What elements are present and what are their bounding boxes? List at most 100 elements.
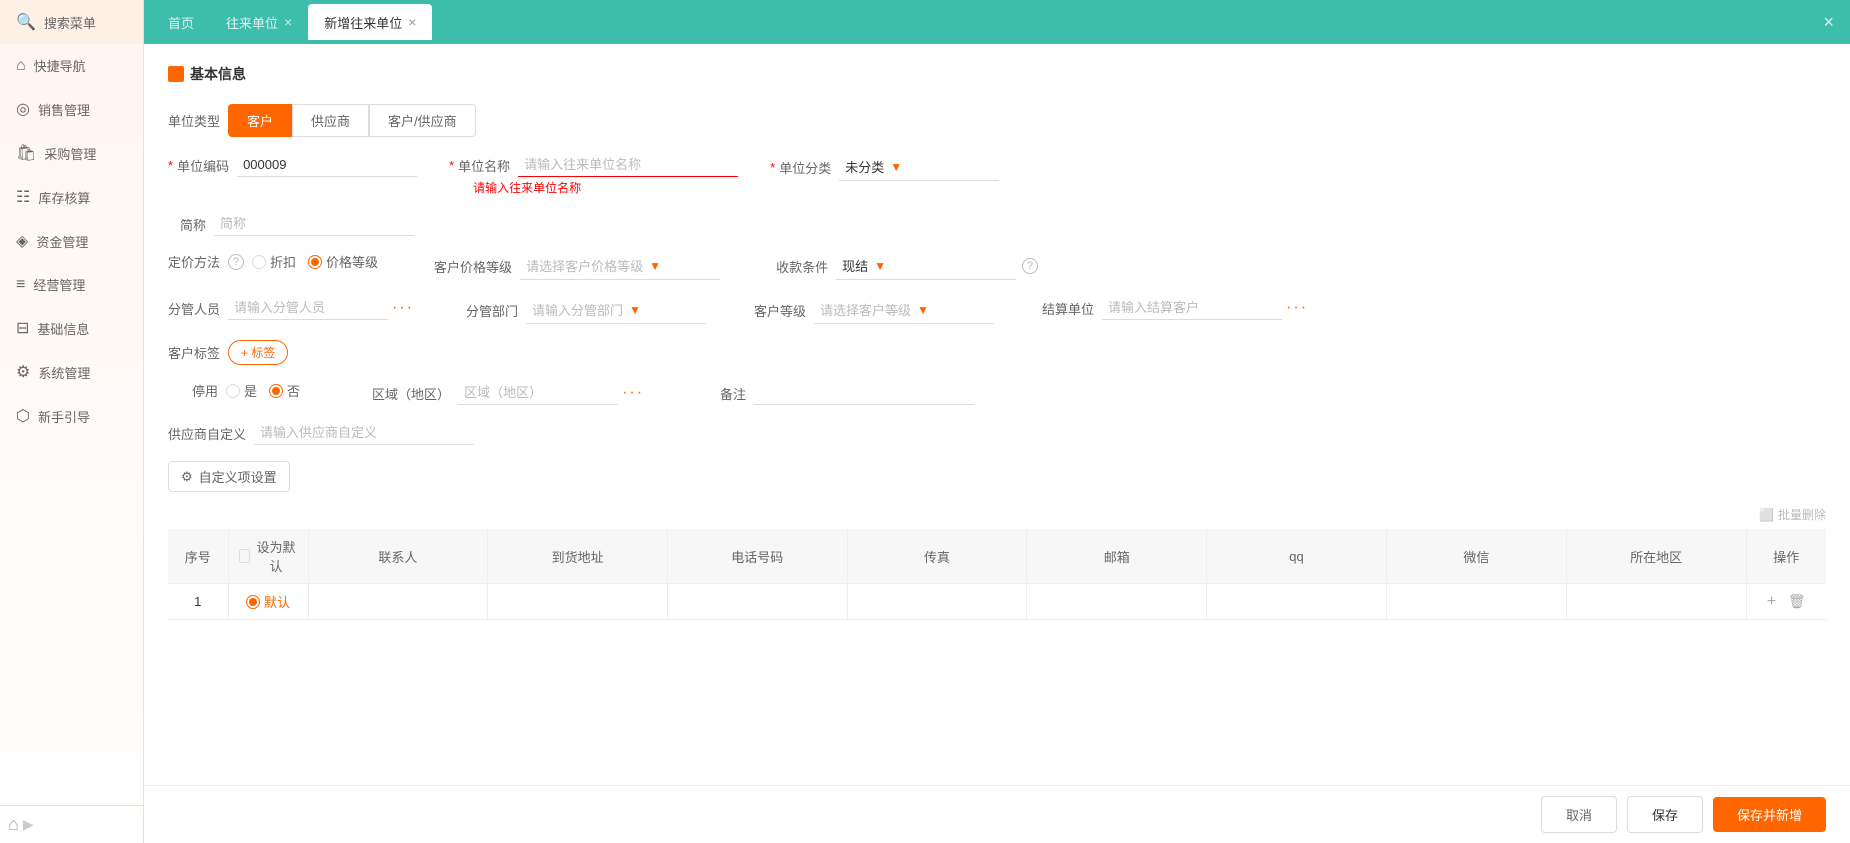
unit-type-label: 单位类型 (168, 111, 220, 130)
category-arrow-icon: ▼ (890, 160, 902, 174)
phone-input[interactable] (678, 594, 837, 609)
cell-fax[interactable] (847, 584, 1027, 620)
sidebar-item-quicknav[interactable]: ⌂ 快捷导航 (0, 44, 143, 87)
abbr-input[interactable] (214, 212, 414, 236)
cell-address[interactable] (488, 584, 668, 620)
code-group: * 单位编码 (168, 153, 417, 177)
name-error-msg: 请输入往来单位名称 (473, 179, 581, 196)
close-tab-counterparty[interactable]: × (284, 15, 292, 29)
manager-label: 分管人员 (168, 299, 220, 318)
sidebar-item-sales[interactable]: ◎ 销售管理 (0, 87, 143, 131)
type-btn-customer[interactable]: 客户 (228, 104, 292, 137)
qq-input[interactable] (1217, 594, 1376, 609)
sidebar-item-finance[interactable]: ◈ 资金管理 (0, 219, 143, 263)
cell-qq[interactable] (1207, 584, 1387, 620)
sidebar-item-basicinfo[interactable]: ⊟ 基础信息 (0, 306, 143, 350)
cancel-button[interactable]: 取消 (1541, 796, 1617, 833)
add-row-button[interactable]: + (1765, 591, 1778, 612)
sidebar-item-inventory[interactable]: ☷ 库存核算 (0, 175, 143, 219)
row-region-input[interactable] (1577, 594, 1736, 609)
sidebar-item-guide[interactable]: ⬡ 新手引导 (0, 394, 143, 438)
tab-counterparty[interactable]: 往来单位 × (210, 4, 308, 40)
save-add-button[interactable]: 保存并新增 (1713, 797, 1826, 832)
custom-settings-button[interactable]: ⚙ 自定义项设置 (168, 461, 290, 492)
contact-input[interactable] (319, 594, 478, 609)
header-checkbox[interactable] (239, 549, 251, 563)
category-group: * 单位分类 未分类 ▼ (770, 153, 999, 181)
type-btn-supplier[interactable]: 供应商 (292, 104, 369, 137)
sidebar-item-search[interactable]: 🔍 搜索菜单 (0, 0, 143, 44)
fax-input[interactable] (858, 594, 1017, 609)
section-title: 基本信息 (168, 64, 1826, 84)
sales-icon: ◎ (16, 99, 30, 119)
disabled-radio-yes[interactable]: 是 (226, 381, 257, 400)
email-input[interactable] (1037, 594, 1196, 609)
remark-input[interactable] (754, 381, 974, 405)
cell-contact[interactable] (308, 584, 488, 620)
col-seq: 序号 (168, 529, 228, 584)
cell-phone[interactable] (667, 584, 847, 620)
manager-more-btn[interactable]: ··· (388, 299, 418, 317)
pricing-radio-discount[interactable]: 折扣 (252, 252, 296, 271)
name-label: 单位名称 (458, 156, 510, 175)
cell-region[interactable] (1566, 584, 1746, 620)
settlement-input[interactable] (1102, 296, 1282, 320)
system-icon: ⚙ (16, 362, 30, 382)
customer-price-level-select[interactable]: 请选择客户价格等级 ▼ (520, 252, 720, 280)
cell-default: 默认 (228, 584, 308, 620)
supplier-custom-input[interactable] (254, 421, 474, 445)
sidebar-item-system[interactable]: ⚙ 系统管理 (0, 350, 143, 394)
category-select[interactable]: 未分类 ▼ (839, 153, 999, 181)
tab-new-counterparty[interactable]: 新增往来单位 × (308, 4, 432, 40)
code-name-category-row: * 单位编码 * 单位名称 请输入往来单位名称 * 单位分类 未分类 ▼ (168, 153, 1826, 196)
region-label: 区域（地区） (372, 384, 450, 403)
pricing-label: 定价方法 (168, 252, 220, 271)
pricing-help-icon[interactable]: ? (228, 254, 244, 270)
abbr-label: 简称 (180, 215, 206, 234)
region-input[interactable] (458, 381, 618, 405)
close-tab-new-counterparty[interactable]: × (408, 15, 416, 29)
dept-select[interactable]: 请输入分管部门 ▼ (526, 296, 706, 324)
wechat-input[interactable] (1397, 594, 1556, 609)
payment-help-icon[interactable]: ? (1022, 258, 1038, 274)
settlement-more-btn[interactable]: ··· (1282, 299, 1312, 317)
disabled-radio-group: 是 否 (226, 381, 300, 400)
add-tag-button[interactable]: + 标签 (228, 340, 288, 365)
save-button[interactable]: 保存 (1627, 796, 1703, 833)
disabled-radio-no[interactable]: 否 (269, 381, 300, 400)
guide-icon: ⬡ (16, 406, 30, 426)
type-btn-both[interactable]: 客户/供应商 (369, 104, 476, 137)
customer-level-label: 客户等级 (754, 301, 806, 320)
sidebar-item-purchase[interactable]: 🛍 采购管理 (0, 131, 143, 175)
col-default: 设为默认 (228, 529, 308, 584)
tag-group: 客户标签 + 标签 (168, 340, 288, 365)
default-radio[interactable]: 默认 (239, 592, 298, 611)
code-input[interactable] (237, 153, 417, 177)
pricing-radio-level[interactable]: 价格等级 (308, 252, 378, 271)
address-input[interactable] (498, 594, 657, 609)
supplier-custom-label: 供应商自定义 (168, 424, 246, 443)
supplier-custom-group: 供应商自定义 (168, 421, 474, 445)
sidebar-item-operation[interactable]: ≡ 经营管理 (0, 263, 143, 306)
cell-wechat[interactable] (1386, 584, 1566, 620)
close-all-tabs[interactable]: × (1815, 8, 1842, 37)
payment-select[interactable]: 现结 ▼ (836, 252, 1016, 280)
delete-row-button[interactable]: 🗑 (1786, 591, 1808, 611)
tab-home[interactable]: 首页 (152, 4, 210, 40)
disabled-label: 停用 (192, 381, 218, 400)
home-icon: ⌂ (8, 814, 19, 835)
cell-action: + 🗑 (1746, 584, 1826, 620)
name-input[interactable] (518, 153, 738, 177)
pricing-group: 定价方法 ? 折扣 价格等级 (168, 252, 378, 271)
col-fax: 传真 (847, 529, 1027, 584)
cell-email[interactable] (1027, 584, 1207, 620)
sidebar-bottom: ⌂ ▶ (0, 805, 143, 843)
unit-type-group: 单位类型 客户 供应商 客户/供应商 (168, 104, 476, 137)
manager-input[interactable] (228, 296, 388, 320)
manager-group: 分管人员 ··· (168, 296, 418, 320)
region-more-btn[interactable]: ··· (618, 384, 648, 402)
batch-delete-btn[interactable]: ⬜ 批量删除 (1759, 506, 1826, 523)
operation-icon: ≡ (16, 276, 25, 294)
tag-row: 客户标签 + 标签 (168, 340, 1826, 365)
customer-level-select[interactable]: 请选择客户等级 ▼ (814, 296, 994, 324)
